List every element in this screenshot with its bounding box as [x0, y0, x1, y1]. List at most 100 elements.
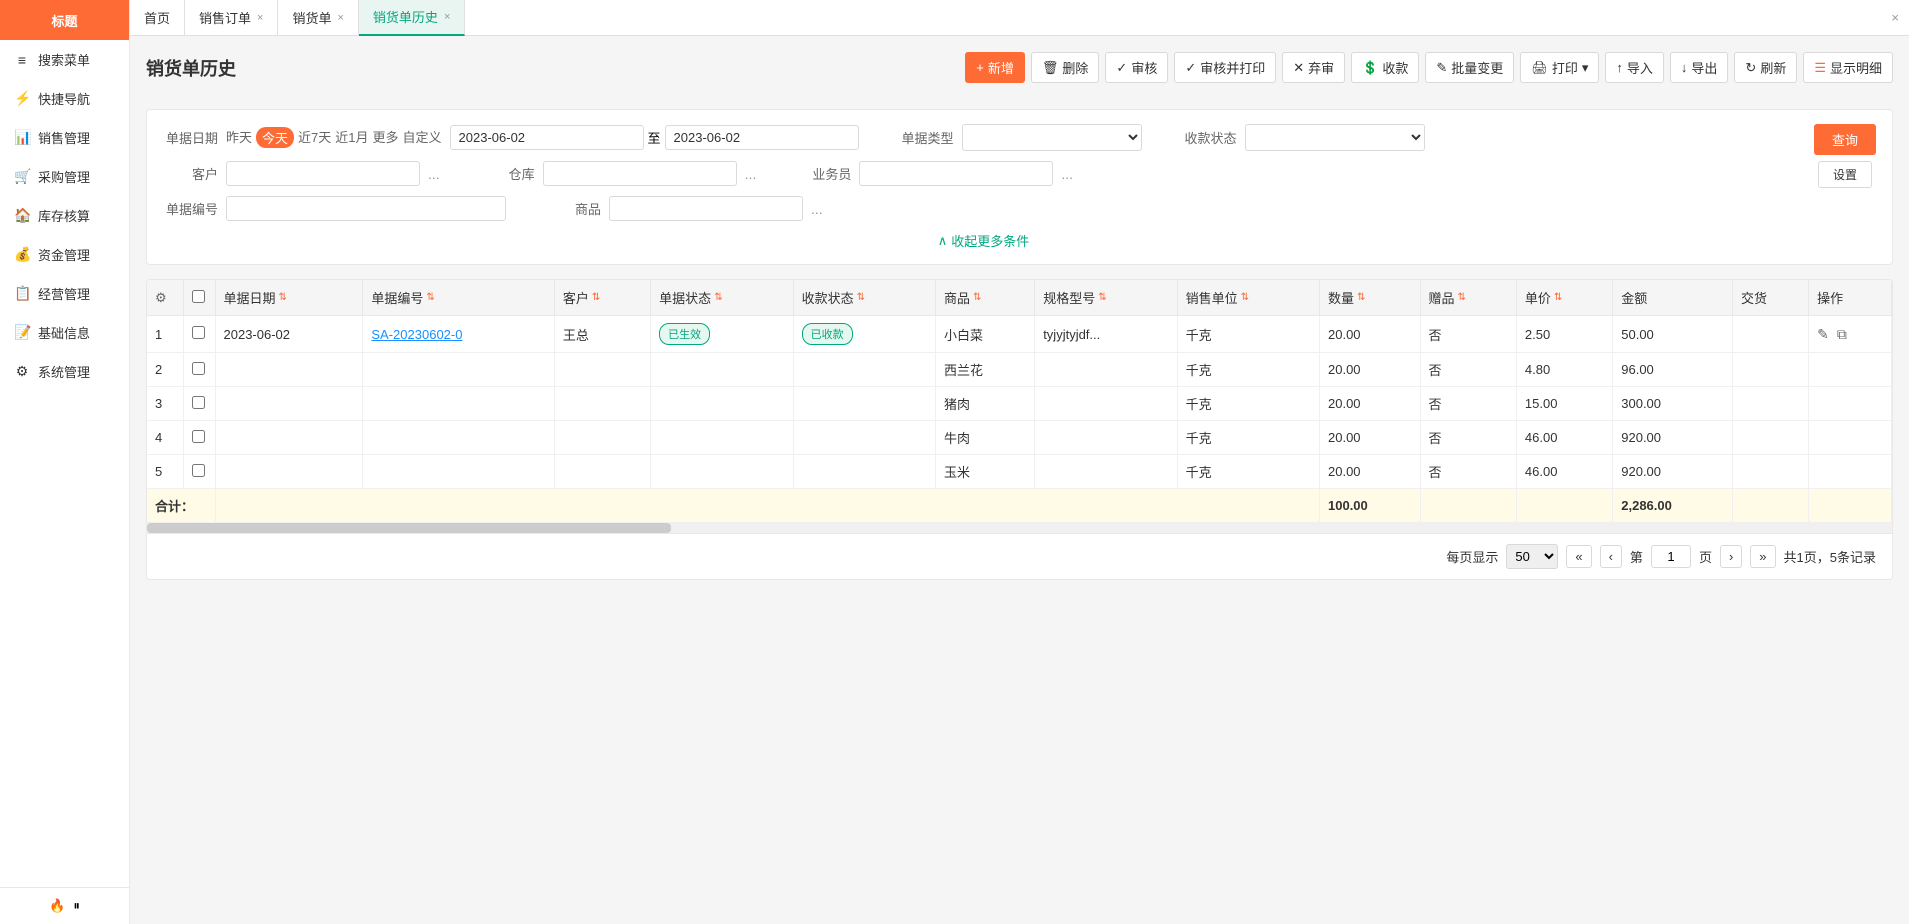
th-payment-status[interactable]: 收款状态 ⇅ — [793, 280, 935, 316]
sidebar-item-inventory-calc[interactable]: 🏠 库存核算 — [0, 196, 129, 235]
sidebar-item-label: 快捷导航 — [38, 89, 90, 108]
edit-icon[interactable]: ✎ — [1817, 326, 1829, 343]
scrollbar-thumb[interactable] — [147, 523, 671, 533]
print-button[interactable]: 🖨 打印 ▾ — [1520, 52, 1599, 83]
sidebar-pause-icon[interactable]: ⏸ — [73, 898, 80, 914]
customer-input[interactable] — [226, 161, 420, 186]
date-from-input[interactable] — [450, 125, 644, 150]
last-page-button[interactable]: » — [1750, 545, 1775, 568]
tab-sales-goods[interactable]: 销货单 × — [278, 0, 358, 36]
warehouse-ellipsis-btn[interactable]: ... — [745, 166, 757, 182]
sidebar-fire-icon[interactable]: 🔥 — [49, 898, 65, 914]
next-page-button[interactable]: › — [1720, 545, 1742, 568]
date-to-input[interactable] — [665, 125, 859, 150]
add-button[interactable]: + 新增 — [965, 52, 1025, 83]
row-check-1[interactable] — [183, 316, 215, 353]
settings-icon[interactable]: ⚙ — [155, 290, 167, 305]
shortcut-more[interactable]: 更多 — [373, 127, 399, 148]
row-action-1: ✎ ⧉ — [1809, 316, 1892, 353]
sidebar-item-finance-mgmt[interactable]: 💰 资金管理 — [0, 235, 129, 274]
refresh-button[interactable]: ↻ 刷新 — [1734, 52, 1797, 83]
doc-status-sort-icon: ⇅ — [714, 292, 722, 303]
th-gift[interactable]: 赠品 ⇅ — [1420, 280, 1516, 316]
payment-status-select[interactable] — [1245, 124, 1425, 151]
tab-sales-goods-history-close[interactable]: × — [444, 11, 450, 23]
tab-home[interactable]: 首页 — [130, 0, 185, 36]
row-goods-5: 玉米 — [935, 455, 1034, 489]
audit-print-button[interactable]: ✓ 审核并打印 — [1174, 52, 1276, 83]
batch-change-button[interactable]: ✎ 批量变更 — [1425, 52, 1514, 83]
delete-button[interactable]: 🗑 删除 — [1031, 52, 1100, 83]
goods-ellipsis-btn[interactable]: ... — [811, 201, 823, 217]
prev-page-button[interactable]: ‹ — [1600, 545, 1622, 568]
th-customer[interactable]: 客户 ⇅ — [554, 280, 650, 316]
th-doc-status[interactable]: 单据状态 ⇅ — [651, 280, 793, 316]
row-doc-date-1: 2023-06-02 — [215, 316, 363, 353]
collect-button[interactable]: 💲 收款 — [1351, 52, 1419, 83]
select-all-checkbox[interactable] — [192, 290, 205, 303]
show-detail-icon: ☰ — [1814, 60, 1826, 76]
sidebar-item-quick-nav[interactable]: ⚡ 快捷导航 — [0, 79, 129, 118]
first-page-button[interactable]: « — [1566, 545, 1591, 568]
shortcut-1month[interactable]: 近1月 — [335, 127, 368, 148]
sidebar-item-basic-info[interactable]: 📝 基础信息 — [0, 313, 129, 352]
tab-bar-close[interactable]: × — [1891, 9, 1909, 27]
export-button[interactable]: ↓ 导出 — [1670, 52, 1729, 83]
salesperson-ellipsis-btn[interactable]: ... — [1061, 166, 1073, 182]
th-settings[interactable]: ⚙ — [147, 280, 183, 316]
sidebar-logo: 标题 — [0, 0, 129, 40]
page-size-select[interactable]: 50 100 200 — [1506, 544, 1558, 569]
row-doc-no-1[interactable]: SA-20230602-0 — [363, 316, 554, 353]
row-num-5: 5 — [147, 455, 183, 489]
query-button[interactable]: 查询 — [1814, 124, 1876, 155]
th-checkbox[interactable] — [183, 280, 215, 316]
tab-sales-order-label: 销售订单 — [199, 8, 251, 27]
salesperson-input[interactable] — [859, 161, 1053, 186]
th-spec[interactable]: 规格型号 ⇅ — [1035, 280, 1177, 316]
th-qty[interactable]: 数量 ⇅ — [1320, 280, 1421, 316]
import-button[interactable]: ↑ 导入 — [1605, 52, 1664, 83]
shortcut-yesterday[interactable]: 昨天 — [226, 127, 252, 148]
audit-button[interactable]: ✓ 审核 — [1105, 52, 1168, 83]
th-price[interactable]: 单价 ⇅ — [1516, 280, 1612, 316]
sidebar-item-operations-mgmt[interactable]: 📋 经营管理 — [0, 274, 129, 313]
tab-sales-goods-label: 销货单 — [292, 8, 331, 27]
th-unit[interactable]: 销售单位 ⇅ — [1177, 280, 1319, 316]
sidebar-item-system-mgmt[interactable]: ⚙ 系统管理 — [0, 352, 129, 391]
set-button[interactable]: 设置 — [1818, 161, 1872, 188]
shortcut-custom[interactable]: 自定义 — [403, 127, 442, 148]
doc-type-select[interactable] — [962, 124, 1142, 151]
th-doc-no[interactable]: 单据编号 ⇅ — [363, 280, 554, 316]
goods-sort-icon: ⇅ — [973, 292, 981, 303]
table-row: 5 玉米 千克 20.00 否 46.00 920.00 — [147, 455, 1892, 489]
copy-icon[interactable]: ⧉ — [1837, 326, 1847, 343]
show-detail-button[interactable]: ☰ 显示明细 — [1803, 52, 1893, 83]
tab-sales-goods-close[interactable]: × — [337, 12, 343, 24]
sidebar-item-purchase-mgmt[interactable]: 🛒 采购管理 — [0, 157, 129, 196]
warehouse-input[interactable] — [543, 161, 737, 186]
customer-ellipsis-btn[interactable]: ... — [428, 166, 440, 182]
sidebar-item-sales-mgmt[interactable]: 📊 销售管理 — [0, 118, 129, 157]
sidebar-item-search-menu[interactable]: ≡ 搜索菜单 — [0, 40, 129, 79]
tab-sales-goods-history[interactable]: 销货单历史 × — [359, 0, 465, 36]
table-row: 4 牛肉 千克 20.00 否 46.00 920.00 — [147, 421, 1892, 455]
spec-sort-icon: ⇅ — [1098, 292, 1106, 303]
purchase-mgmt-icon: 🛒 — [14, 168, 30, 185]
inventory-calc-icon: 🏠 — [14, 207, 30, 224]
warehouse-label: 仓库 — [480, 164, 535, 183]
price-sort-icon: ⇅ — [1554, 292, 1562, 303]
shortcut-7days[interactable]: 近7天 — [298, 127, 331, 148]
th-goods[interactable]: 商品 ⇅ — [935, 280, 1034, 316]
shortcut-today[interactable]: 今天 — [256, 127, 294, 148]
horizontal-scrollbar[interactable] — [147, 523, 1892, 533]
abandon-button[interactable]: ✕ 弃审 — [1282, 52, 1345, 83]
th-doc-date[interactable]: 单据日期 ⇅ — [215, 280, 363, 316]
current-page-input[interactable] — [1651, 545, 1691, 568]
goods-input[interactable] — [609, 196, 803, 221]
collapse-btn[interactable]: ∧ 收起更多条件 — [163, 231, 1804, 250]
summary-total-amount: 2,286.00 — [1613, 489, 1733, 523]
tab-sales-order[interactable]: 销售订单 × — [185, 0, 278, 36]
summary-total-qty: 100.00 — [1320, 489, 1421, 523]
tab-sales-order-close[interactable]: × — [257, 12, 263, 24]
doc-no-input[interactable] — [226, 196, 506, 221]
